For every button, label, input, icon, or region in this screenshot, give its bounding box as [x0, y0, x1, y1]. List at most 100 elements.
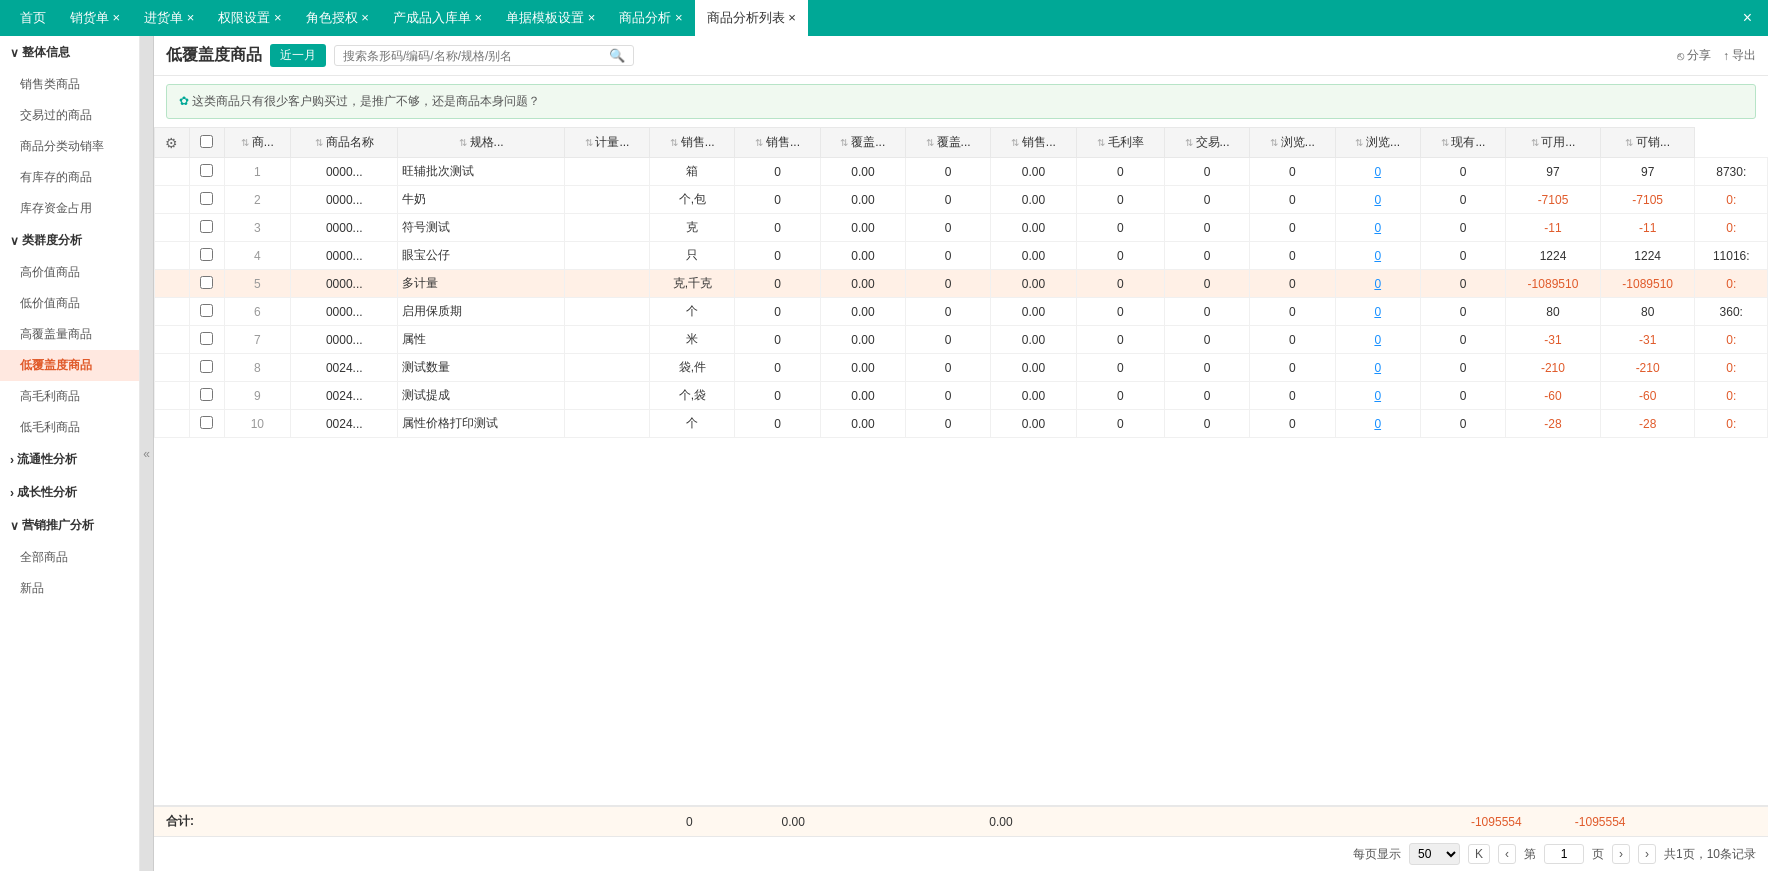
nav-product-analysis-list[interactable]: 商品分析列表 ×: [695, 0, 808, 36]
view-link[interactable]: 0: [1374, 249, 1381, 263]
col-trade[interactable]: 交易...: [1165, 128, 1250, 158]
col-code[interactable]: 商...: [224, 128, 290, 158]
col-unit[interactable]: 计量...: [564, 128, 649, 158]
table-row: 70000...属性米00.0000.0000000-31-310:: [155, 326, 1768, 354]
row-checkbox[interactable]: [200, 360, 213, 373]
col-spec[interactable]: 规格...: [398, 128, 564, 158]
sidebar-section-growth[interactable]: › 成长性分析: [0, 476, 139, 509]
nav-product-analysis[interactable]: 商品分析 ×: [607, 0, 694, 36]
search-icon[interactable]: 🔍: [609, 48, 625, 63]
row-checkbox[interactable]: [200, 192, 213, 205]
table-container[interactable]: ⚙ 商... 商品名称 规格... 计量... 销售... 销售... 覆盖..…: [154, 127, 1768, 805]
table-cell: 0: [1076, 410, 1164, 438]
prev-page-button[interactable]: ‹: [1498, 844, 1516, 864]
sidebar-item-low-value[interactable]: 低价值商品: [0, 288, 139, 319]
table-cell: 0: [1076, 354, 1164, 382]
sidebar-collapse-button[interactable]: «: [140, 36, 154, 871]
nav-sales[interactable]: 销货单 ×: [58, 0, 132, 36]
row-checkbox[interactable]: [200, 276, 213, 289]
sidebar-item-high-profit[interactable]: 高毛利商品: [0, 381, 139, 412]
page-input[interactable]: [1544, 844, 1584, 864]
col-profit-rate[interactable]: 毛利率: [1076, 128, 1164, 158]
table-cell: 0.00: [820, 242, 905, 270]
export-button[interactable]: ↑ 导出: [1723, 47, 1756, 64]
table-cell: 0: [1250, 410, 1335, 438]
table-cell: -7105: [1506, 186, 1601, 214]
row-checkbox[interactable]: [200, 164, 213, 177]
view-link[interactable]: 0: [1374, 305, 1381, 319]
row-checkbox[interactable]: [200, 248, 213, 261]
table-body: 10000...旺辅批次测试箱00.0000.000000097978730:2…: [155, 158, 1768, 438]
view-link[interactable]: 0: [1374, 277, 1381, 291]
sidebar-item-high-value[interactable]: 高价值商品: [0, 257, 139, 288]
nav-home[interactable]: 首页: [8, 0, 58, 36]
col-sales3[interactable]: 销售...: [991, 128, 1076, 158]
nav-roles[interactable]: 角色授权 ×: [294, 0, 381, 36]
close-all-button[interactable]: ×: [1735, 9, 1760, 27]
table-header-row: ⚙ 商... 商品名称 规格... 计量... 销售... 销售... 覆盖..…: [155, 128, 1768, 158]
nav-finished-goods[interactable]: 产成品入库单 ×: [381, 0, 494, 36]
view-link[interactable]: 0: [1374, 333, 1381, 347]
view-link[interactable]: 0: [1374, 389, 1381, 403]
per-page-select[interactable]: 50 20 100 200: [1409, 843, 1460, 865]
col-sales-count[interactable]: 销售...: [650, 128, 735, 158]
table-cell: 0: [1165, 298, 1250, 326]
col-view2[interactable]: 浏览...: [1335, 128, 1420, 158]
table-cell: 8: [224, 354, 290, 382]
sidebar-item-high-coverage[interactable]: 高覆盖量商品: [0, 319, 139, 350]
view-link[interactable]: 0: [1374, 193, 1381, 207]
sidebar-item-stock-goods[interactable]: 有库存的商品: [0, 162, 139, 193]
nav-purchase[interactable]: 进货单 ×: [132, 0, 206, 36]
sidebar-item-new-goods[interactable]: 新品: [0, 573, 139, 604]
table-cell: 0: [735, 214, 820, 242]
sidebar-item-traded-goods[interactable]: 交易过的商品: [0, 100, 139, 131]
table-cell: -7105: [1600, 186, 1695, 214]
nav-permissions[interactable]: 权限设置 ×: [206, 0, 293, 36]
table-cell: 0: [906, 410, 991, 438]
col-view1[interactable]: 浏览...: [1250, 128, 1335, 158]
col-gear[interactable]: ⚙: [155, 128, 190, 158]
table-cell: 0: [1335, 382, 1420, 410]
first-page-button[interactable]: K: [1468, 844, 1490, 864]
sidebar-section-overall[interactable]: ∨ 整体信息: [0, 36, 139, 69]
col-sales-amount[interactable]: 销售...: [735, 128, 820, 158]
table-cell: 0: [1335, 270, 1420, 298]
table-cell: [155, 298, 190, 326]
table-cell: 克,千克: [650, 270, 735, 298]
col-saleable[interactable]: 可销...: [1600, 128, 1695, 158]
row-checkbox[interactable]: [200, 388, 213, 401]
sidebar-item-sales-goods[interactable]: 销售类商品: [0, 69, 139, 100]
row-checkbox[interactable]: [200, 416, 213, 429]
sidebar-section-marketing[interactable]: ∨ 营销推广分析: [0, 509, 139, 542]
sidebar-item-low-coverage[interactable]: 低覆盖度商品: [0, 350, 139, 381]
col-current[interactable]: 现有...: [1420, 128, 1505, 158]
row-checkbox[interactable]: [200, 304, 213, 317]
sidebar-item-all-goods[interactable]: 全部商品: [0, 542, 139, 573]
next-page-button[interactable]: ›: [1612, 844, 1630, 864]
view-link[interactable]: 0: [1374, 361, 1381, 375]
row-checkbox[interactable]: [200, 220, 213, 233]
view-link[interactable]: 0: [1374, 417, 1381, 431]
last-page-button[interactable]: ›: [1638, 844, 1656, 864]
row-checkbox[interactable]: [200, 332, 213, 345]
sidebar-item-category-turnover[interactable]: 商品分类动销率: [0, 131, 139, 162]
col-coverage1[interactable]: 覆盖...: [820, 128, 905, 158]
sidebar-section-liquidity[interactable]: › 流通性分析: [0, 443, 139, 476]
col-name[interactable]: 商品名称: [291, 128, 398, 158]
sidebar-section-cluster[interactable]: ∨ 类群度分析: [0, 224, 139, 257]
gear-icon[interactable]: ⚙: [165, 135, 178, 151]
sidebar-item-low-profit[interactable]: 低毛利商品: [0, 412, 139, 443]
select-all-checkbox[interactable]: [200, 135, 213, 148]
view-link[interactable]: 0: [1374, 221, 1381, 235]
sidebar-item-stock-capital[interactable]: 库存资金占用: [0, 193, 139, 224]
table-cell: 0: [1076, 186, 1164, 214]
col-available[interactable]: 可用...: [1506, 128, 1601, 158]
share-button[interactable]: ⎋ 分享: [1677, 47, 1711, 64]
view-link[interactable]: 0: [1374, 165, 1381, 179]
page-suffix: 页: [1592, 846, 1604, 863]
search-input[interactable]: [343, 49, 609, 63]
table-cell: 0: [1250, 270, 1335, 298]
nav-template-settings[interactable]: 单据模板设置 ×: [494, 0, 607, 36]
period-button[interactable]: 近一月: [270, 44, 326, 67]
col-coverage2[interactable]: 覆盖...: [906, 128, 991, 158]
